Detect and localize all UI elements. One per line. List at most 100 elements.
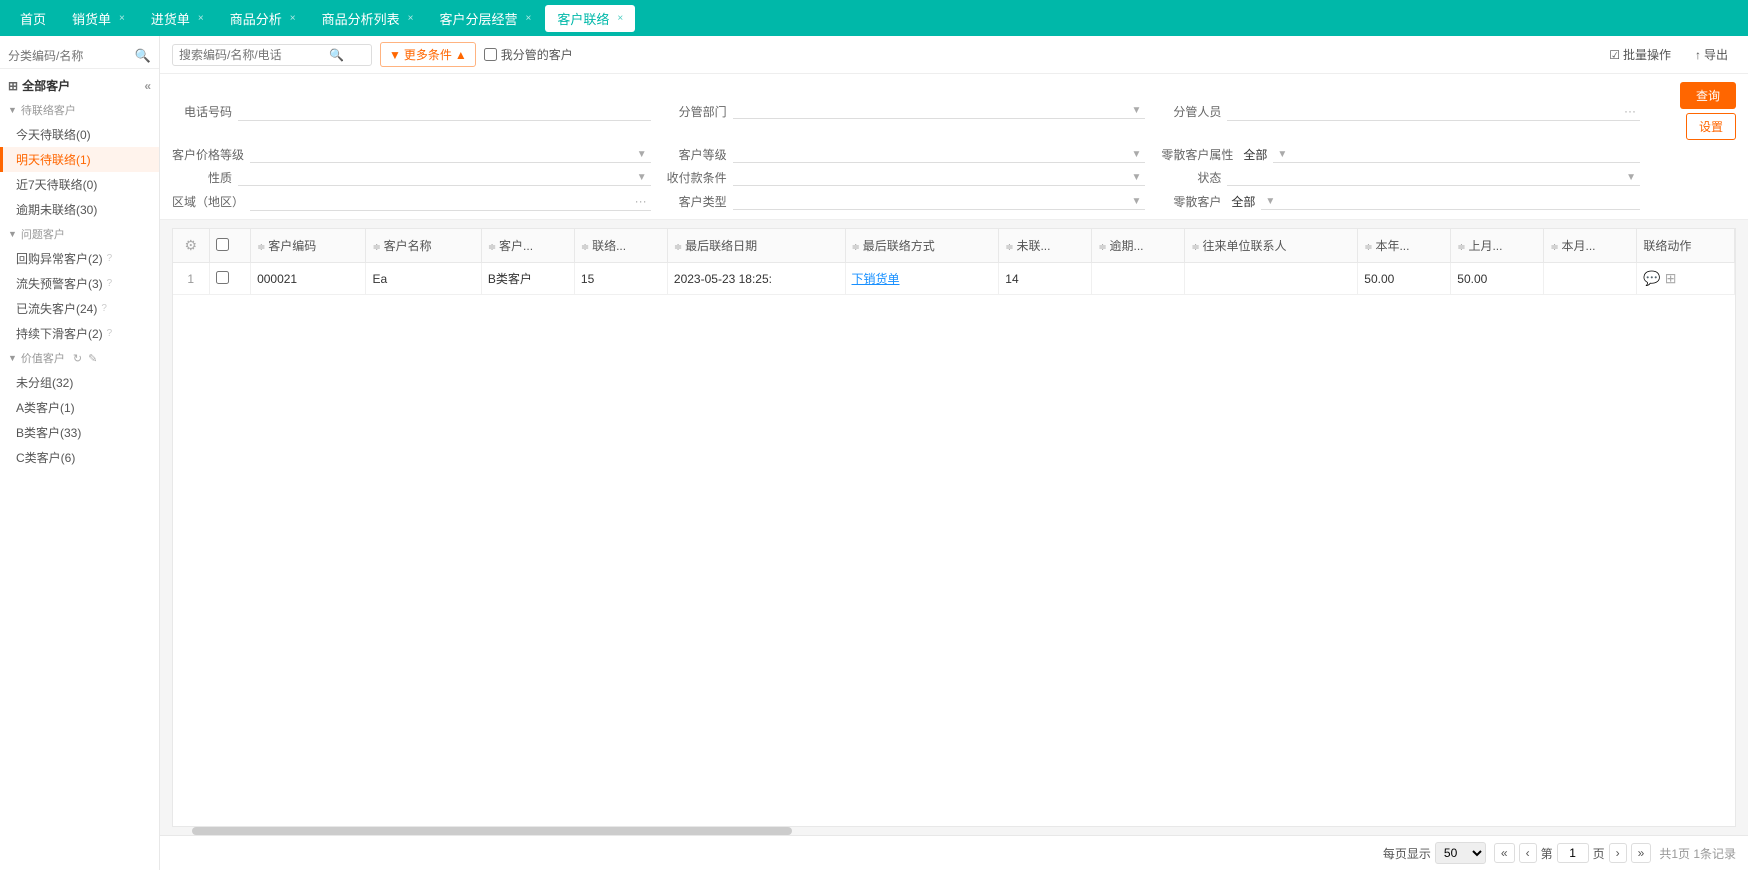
nav-customer-contact[interactable]: 客户联络 × [545, 5, 635, 32]
settings-button[interactable]: 设置 [1686, 113, 1736, 140]
grid-icon[interactable]: ⊞ [1665, 270, 1677, 287]
payment-select[interactable]: ▼ [733, 170, 1146, 186]
price-level-select[interactable]: ▼ [250, 147, 651, 163]
filter-phone: 电话号码 [172, 102, 651, 121]
sidebar-item-ungroup[interactable]: 未分组(32) [0, 370, 159, 395]
first-page-btn[interactable]: « [1494, 843, 1515, 863]
nav-home[interactable]: 首页 [8, 5, 58, 32]
filter-icon: ▼ [389, 48, 401, 62]
phone-input[interactable] [238, 102, 651, 121]
sidebar-item-7days[interactable]: 近7天待联络(0) [0, 172, 159, 197]
data-table: ⚙ 客户编码 客户名称 客户... 联络... 最后联络日期 最后联络方式 未联 [173, 229, 1735, 295]
sidebar-item-class-b[interactable]: B类客户(33) [0, 420, 159, 445]
th-contact[interactable]: 联络... [574, 229, 667, 263]
nav-purchase-order[interactable]: 进货单 × [139, 5, 216, 32]
retail-attr-select[interactable]: ▼ [1273, 147, 1640, 163]
help-icon[interactable]: ? [107, 278, 113, 289]
manager-select[interactable]: ··· [1227, 102, 1640, 121]
sidebar-item-declining[interactable]: 持续下滑客户(2) ? [0, 321, 159, 346]
bulk-op-btn[interactable]: ☑ 批量操作 [1601, 43, 1679, 66]
more-filters-btn[interactable]: ▼ 更多条件 ▲ [380, 42, 476, 67]
status-select[interactable]: ▼ [1227, 170, 1640, 186]
price-level-label: 客户价格等级 [172, 146, 244, 163]
th-checkbox[interactable] [209, 229, 251, 263]
th-code[interactable]: 客户编码 [251, 229, 366, 263]
close-icon[interactable]: × [617, 13, 623, 24]
th-overdue[interactable]: 逾期... [1092, 229, 1185, 263]
sidebar-item-class-a[interactable]: A类客户(1) [0, 395, 159, 420]
sidebar-item-churned[interactable]: 已流失客户(24) ? [0, 296, 159, 321]
dept-select[interactable]: ▼ [733, 103, 1146, 119]
th-last-contact-method[interactable]: 最后联络方式 [845, 229, 999, 263]
region-select[interactable]: ··· [250, 192, 651, 211]
my-customer-checkbox-wrap[interactable]: 我分管的客户 [484, 46, 573, 63]
search-icon[interactable]: 🔍 [135, 48, 151, 64]
sidebar-all-customers[interactable]: ⊞ 全部客户 « [0, 73, 159, 98]
help-icon[interactable]: ? [107, 253, 113, 264]
last-page-btn[interactable]: » [1631, 843, 1652, 863]
nav-customer-tiering[interactable]: 客户分层经营 × [427, 5, 543, 32]
refresh-icon[interactable]: ↻ [73, 352, 82, 365]
page-size-select[interactable]: 50 100 200 [1435, 842, 1486, 864]
export-btn[interactable]: ↑ 导出 [1687, 43, 1736, 66]
nature-select[interactable]: ▼ [238, 170, 651, 186]
close-icon[interactable]: × [525, 13, 531, 24]
my-customer-checkbox[interactable] [484, 48, 497, 61]
th-this-month[interactable]: 本月... [1544, 229, 1637, 263]
th-last-month[interactable]: 上月... [1451, 229, 1544, 263]
gear-icon[interactable]: ⚙ [184, 237, 197, 253]
scroll-thumb[interactable] [192, 827, 792, 835]
retail-customer-select[interactable]: ▼ [1261, 194, 1640, 210]
sidebar-item-repurchase-abnormal[interactable]: 回购异常客户(2) ? [0, 246, 159, 271]
total-info: 共1页 1条记录 [1659, 845, 1736, 862]
customer-type-select[interactable]: ▼ [733, 194, 1146, 210]
select-all-checkbox[interactable] [216, 238, 229, 251]
th-type[interactable]: 客户... [481, 229, 574, 263]
collapse-icon[interactable]: « [144, 79, 151, 93]
search-icon-btn[interactable]: 🔍 [329, 48, 344, 62]
sidebar-item-today[interactable]: 今天待联络(0) [0, 122, 159, 147]
cell-checkbox[interactable] [209, 263, 251, 295]
cell-last-contact-method[interactable]: 下销货单 [845, 263, 999, 295]
close-icon[interactable]: × [198, 13, 204, 24]
pagination: « ‹ 第 页 › » [1494, 843, 1651, 863]
close-icon[interactable]: × [290, 13, 296, 24]
last-contact-method-link[interactable]: 下销货单 [852, 272, 900, 286]
prev-page-btn[interactable]: ‹ [1519, 843, 1537, 863]
help-icon[interactable]: ? [101, 303, 107, 314]
sidebar-item-class-c[interactable]: C类客户(6) [0, 445, 159, 470]
sidebar-search-input[interactable] [8, 49, 135, 63]
customer-level-select[interactable]: ▼ [733, 147, 1146, 163]
row-checkbox[interactable] [216, 271, 229, 284]
action-icons: 💬 ⊞ [1643, 270, 1728, 287]
cell-this-year: 50.00 [1358, 263, 1451, 295]
nav-product-analysis-list[interactable]: 商品分析列表 × [310, 5, 426, 32]
chevron-down-icon: ▼ [637, 172, 647, 183]
help-icon[interactable]: ? [107, 328, 113, 339]
th-name[interactable]: 客户名称 [366, 229, 481, 263]
sidebar-item-churn-warning[interactable]: 流失预警客户(3) ? [0, 271, 159, 296]
query-button[interactable]: 查询 [1680, 82, 1736, 109]
nav-product-analysis[interactable]: 商品分析 × [218, 5, 308, 32]
close-icon[interactable]: × [408, 13, 414, 24]
horizontal-scrollbar[interactable] [172, 827, 1736, 835]
cell-overdue [1092, 263, 1185, 295]
page-number-input[interactable] [1557, 843, 1589, 863]
next-page-btn[interactable]: › [1609, 843, 1627, 863]
th-uncontacted[interactable]: 未联... [999, 229, 1092, 263]
search-input[interactable] [179, 48, 329, 62]
nav-sales-order[interactable]: 销货单 × [60, 5, 137, 32]
sidebar-item-tomorrow[interactable]: 明天待联络(1) [0, 147, 159, 172]
cell-type: B类客户 [481, 263, 574, 295]
th-unit-contact[interactable]: 往来单位联系人 [1185, 229, 1358, 263]
chat-icon[interactable]: 💬 [1643, 270, 1660, 287]
sidebar-item-overdue[interactable]: 逾期未联络(30) [0, 197, 159, 222]
th-last-contact-date[interactable]: 最后联络日期 [667, 229, 845, 263]
filter-payment: 收付款条件 ▼ [667, 169, 1146, 186]
dots-icon: ··· [635, 194, 647, 208]
th-gear[interactable]: ⚙ [173, 229, 209, 263]
close-icon[interactable]: × [119, 13, 125, 24]
th-this-year[interactable]: 本年... [1358, 229, 1451, 263]
edit-icon[interactable]: ✎ [88, 352, 97, 365]
checkbox-icon: ☑ [1609, 48, 1620, 62]
